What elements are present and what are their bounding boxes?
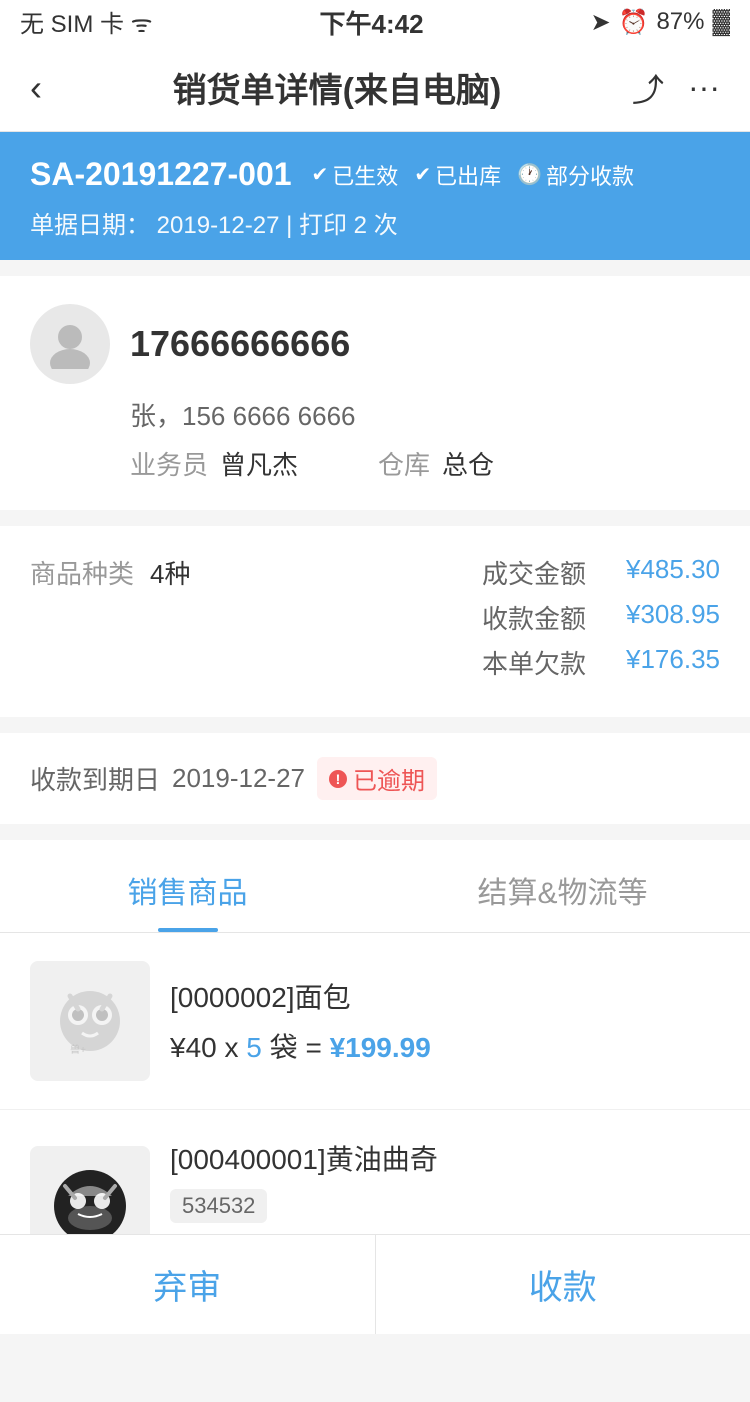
customer-contact: 张，156 6666 6666	[30, 396, 720, 433]
tab-products[interactable]: 销售商品	[0, 840, 375, 932]
warehouse-label: 仓库	[378, 445, 430, 482]
status-badges: ✔ 已生效 ✔ 已出库 🕐 部分收款	[312, 159, 634, 191]
product-type-label: 商品种类	[30, 554, 134, 591]
overdue-badge: ! 已逾期	[317, 757, 437, 800]
overdue-label: 已逾期	[353, 761, 425, 796]
arrears-value: ¥176.35	[626, 644, 720, 681]
tab-settlement[interactable]: 结算&物流等	[375, 840, 750, 932]
arrears-label: 本单欠款	[482, 644, 586, 681]
received-label: 收款金额	[482, 599, 586, 636]
tab-products-label: 销售商品	[128, 877, 248, 910]
svg-text:兽+: 兽+	[70, 1043, 86, 1056]
customer-meta: 业务员 曾凡杰 仓库 总仓	[30, 445, 720, 482]
tab-settlement-label: 结算&物流等	[477, 877, 647, 910]
clock-icon: 🕐	[517, 162, 542, 187]
order-date-row: 单据日期： 2019-12-27 | 打印 2 次	[30, 205, 720, 240]
badge-shipped-label: 已出库	[435, 159, 501, 191]
check-icon-2: ✔	[414, 162, 431, 187]
status-right: ➤ ⏰ 87% ▓	[590, 8, 730, 37]
sim-label: 无 SIM 卡 ᯤ	[20, 4, 153, 40]
bottom-bar: 弃审 收款	[0, 1234, 750, 1334]
battery-label: 87%	[656, 8, 704, 36]
tabs-row: 销售商品 结算&物流等	[0, 840, 750, 933]
order-date: 2019-12-27	[157, 212, 280, 239]
page-title: 销货单详情(来自电脑)	[173, 63, 502, 112]
due-date-value: 2019-12-27	[172, 763, 305, 794]
print-info: | 打印 2 次	[286, 212, 398, 239]
cancel-button[interactable]: 弃审	[0, 1235, 375, 1334]
battery-icon: ▓	[713, 8, 731, 36]
order-header: SA-20191227-001 ✔ 已生效 ✔ 已出库 🕐 部分收款 单据日期：…	[0, 132, 750, 260]
salesperson-value: 曾凡杰	[220, 445, 298, 482]
warehouse-value: 总仓	[442, 445, 494, 482]
badge-partial: 🕐 部分收款	[517, 159, 634, 191]
product-type-value: 4种	[150, 554, 190, 591]
badge-partial-label: 部分收款	[546, 159, 634, 191]
salesperson-label: 业务员	[130, 445, 208, 482]
avatar	[30, 304, 110, 384]
product-name-2: [000400001]黄油曲奇	[170, 1138, 720, 1178]
product-price-1: ¥40 x 5 袋 = ¥199.99	[170, 1026, 720, 1066]
product-name-1: [0000002]面包	[170, 976, 720, 1016]
customer-phone: 17666666666	[130, 323, 350, 365]
received-value: ¥308.95	[626, 599, 720, 636]
date-label: 单据日期：	[30, 212, 150, 239]
overdue-dot-icon: !	[329, 770, 347, 788]
product-thumb-1: 兽+	[30, 961, 150, 1081]
deal-amount-value: ¥485.30	[626, 554, 720, 591]
amount-stats: 成交金额 ¥485.30 收款金额 ¥308.95 本单欠款 ¥176.35	[482, 554, 720, 689]
badge-effective-label: 已生效	[332, 159, 398, 191]
product-batch-2: 534532	[170, 1189, 267, 1223]
due-date-section: 收款到期日 2019-12-27 ! 已逾期	[0, 733, 750, 824]
due-date-label: 收款到期日	[30, 760, 160, 797]
deal-amount-label: 成交金额	[482, 554, 586, 591]
customer-section: 17666666666 张，156 6666 6666 业务员 曾凡杰 仓库 总…	[0, 276, 750, 510]
product-item-1: 兽+ [0000002]面包 ¥40 x 5 袋 = ¥199.99	[0, 933, 750, 1110]
tabs-section: 销售商品 结算&物流等 兽+	[0, 840, 750, 1302]
back-button[interactable]: ‹	[30, 67, 42, 109]
status-left: 无 SIM 卡 ᯤ	[20, 4, 153, 40]
product-info-1: [0000002]面包 ¥40 x 5 袋 = ¥199.99	[170, 976, 720, 1066]
stats-section: 商品种类 4种 成交金额 ¥485.30 收款金额 ¥308.95 本单欠款 ¥…	[0, 526, 750, 717]
nav-actions: ⤴ ···	[632, 65, 720, 111]
more-icon[interactable]: ···	[688, 69, 720, 106]
nav-bar: ‹ 销货单详情(来自电脑) ⤴ ···	[0, 44, 750, 132]
badge-shipped: ✔ 已出库	[414, 159, 501, 191]
share-icon[interactable]: ⤴	[632, 65, 664, 111]
badge-effective: ✔ 已生效	[312, 159, 399, 191]
confirm-button[interactable]: 收款	[375, 1235, 750, 1334]
order-id: SA-20191227-001	[30, 156, 292, 193]
status-bar: 无 SIM 卡 ᯤ 下午4:42 ➤ ⏰ 87% ▓	[0, 0, 750, 44]
location-icon: ➤	[590, 8, 610, 37]
status-time: 下午4:42	[320, 4, 424, 41]
alarm-icon: ⏰	[619, 8, 649, 37]
check-icon-1: ✔	[312, 162, 329, 187]
